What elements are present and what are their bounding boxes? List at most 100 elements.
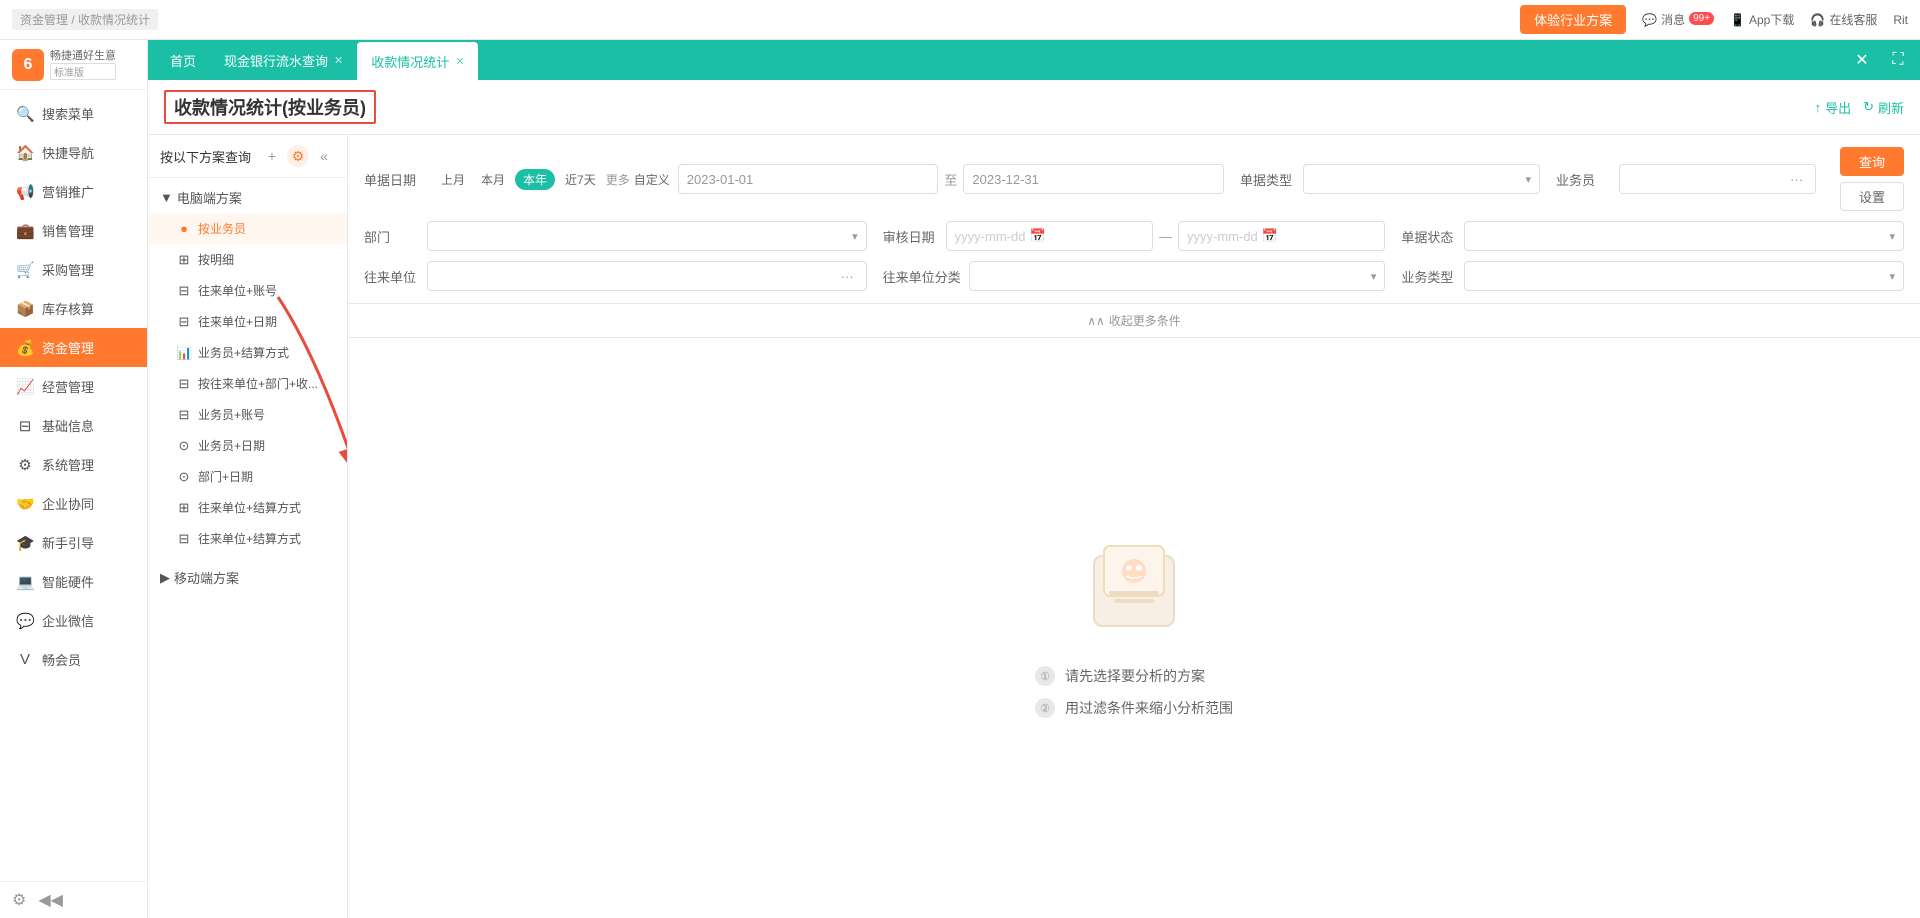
scheme-item-salesman-payment[interactable]: 📊 业务员+结算方式 <box>148 337 347 368</box>
salesman-more-icon[interactable]: ··· <box>1786 172 1807 187</box>
scheme-item-partner-dept[interactable]: ⊟ 按往来单位+部门+收... <box>148 368 347 399</box>
tab-fullscreen-btn[interactable]: ⛶ <box>1884 46 1912 74</box>
scheme-item-by-salesman[interactable]: ● 按业务员 <box>148 213 347 244</box>
nav-hardware[interactable]: 💻 智能硬件 <box>0 562 147 601</box>
std-badge: 标准版 <box>50 63 116 80</box>
doc-type-label: 单据类型 <box>1240 170 1295 189</box>
scheme-item-salesman-date[interactable]: ⊙ 业务员+日期 <box>148 430 347 461</box>
nav-sales-label: 销售管理 <box>42 221 94 240</box>
partner-select[interactable]: ··· <box>427 261 867 291</box>
download-icon: 📱 <box>1730 13 1745 27</box>
mobile-section-header[interactable]: ▶ 移动端方案 <box>148 562 347 593</box>
nav-member[interactable]: V 畅会员 <box>0 640 147 679</box>
doc-type-chevron: ▾ <box>1525 173 1531 186</box>
nav-shortcuts[interactable]: 🏠 快捷导航 <box>0 133 147 172</box>
collapse-icon[interactable]: ◀◀ <box>38 890 63 910</box>
scheme-item-partner-payment2[interactable]: ⊟ 往来单位+结算方式 <box>148 523 347 554</box>
sidebar: 6 畅捷通好生意 标准版 🔍 搜索菜单 🏠 快捷导航 📢 营销推广 💼 <box>0 40 148 918</box>
empty-step-2: ② 用过滤条件来缩小分析范围 <box>1035 698 1233 718</box>
partner-label: 往来单位 <box>364 267 419 286</box>
doc-status-select[interactable]: ▾ <box>1464 221 1904 251</box>
scheme-item-detail[interactable]: ⊞ 按明细 <box>148 244 347 275</box>
scheme-section-mobile: ▶ 移动端方案 <box>148 558 347 597</box>
nav-search-label: 搜索菜单 <box>42 104 94 123</box>
refresh-btn[interactable]: ↻ 刷新 <box>1863 98 1904 117</box>
mobile-section-arrow: ▶ <box>160 570 170 586</box>
scheme-item-partner-payment1[interactable]: ⊞ 往来单位+结算方式 <box>148 492 347 523</box>
query-button[interactable]: 查询 <box>1840 147 1904 176</box>
nav-finance[interactable]: 💰 资金管理 <box>0 328 147 367</box>
home-tab-label: 首页 <box>170 51 196 70</box>
message-btn[interactable]: 💬 消息 99+ <box>1642 11 1714 28</box>
trial-button[interactable]: 体验行业方案 <box>1520 5 1626 34</box>
nav-system[interactable]: ⚙ 系统管理 <box>0 445 147 484</box>
doc-type-select[interactable]: ▾ <box>1303 164 1540 194</box>
export-label: 导出 <box>1825 98 1851 117</box>
nav-purchase[interactable]: 🛒 采购管理 <box>0 250 147 289</box>
scheme-item-salesman-account-label: 业务员+账号 <box>198 406 265 423</box>
nav-basic-info[interactable]: ⊟ 基础信息 <box>0 406 147 445</box>
nav-marketing[interactable]: 📢 营销推广 <box>0 172 147 211</box>
nav-operation[interactable]: 📈 经营管理 <box>0 367 147 406</box>
scheme-item-partner-account[interactable]: ⊟ 往来单位+账号 <box>148 275 347 306</box>
date-from-input[interactable]: 2023-01-01 <box>678 164 939 194</box>
salesman-payment-icon: 📊 <box>176 345 192 361</box>
date-more[interactable]: 更多 <box>606 171 630 188</box>
biz-type-select[interactable]: ▾ <box>1464 261 1904 291</box>
nav-search[interactable]: 🔍 搜索菜单 <box>0 94 147 133</box>
date-this-month[interactable]: 本月 <box>475 169 511 190</box>
nav-guide[interactable]: 🎓 新手引导 <box>0 523 147 562</box>
filter-row-partner: 往来单位 ··· 往来单位分类 ▾ <box>364 261 1904 291</box>
tab-receipt-stats-close[interactable]: ✕ <box>455 55 464 68</box>
online-service-btn[interactable]: 🎧 在线客服 <box>1810 11 1877 28</box>
salesman-select[interactable]: ··· <box>1619 164 1816 194</box>
content-wrapper: 按以下方案查询 + ⚙ « ▼ 电脑端方案 ● 按业务员 <box>148 135 1920 918</box>
nav-wechat[interactable]: 💬 企业微信 <box>0 601 147 640</box>
tab-home[interactable]: 首页 <box>156 40 210 80</box>
date-7days[interactable]: 近7天 <box>559 169 602 190</box>
date-this-year[interactable]: 本年 <box>515 169 555 190</box>
date-custom[interactable]: 自定义 <box>634 171 670 188</box>
scheme-item-dept-date[interactable]: ⊙ 部门+日期 <box>148 461 347 492</box>
hardware-icon: 💻 <box>16 573 34 591</box>
partner-category-label: 往来单位分类 <box>883 267 961 286</box>
collapse-bar[interactable]: ∧∧ 收起更多条件 <box>348 304 1920 338</box>
nav-inventory[interactable]: 📦 库存核算 <box>0 289 147 328</box>
scheme-collapse-btn[interactable]: « <box>313 145 335 167</box>
tab-receipt-stats[interactable]: 收款情况统计 ✕ <box>357 42 478 80</box>
app-download-label: App下载 <box>1749 11 1794 28</box>
quick-dates: 上月 本月 本年 近7天 更多 自定义 <box>435 169 670 190</box>
user-avatar[interactable]: Rit <box>1893 13 1908 27</box>
review-to-input[interactable]: yyyy-mm-dd 📅 <box>1178 221 1385 251</box>
app-download-btn[interactable]: 📱 App下载 <box>1730 11 1794 28</box>
filter-row-dept: 部门 ▾ 审核日期 yyyy-mm-dd 📅 <box>364 221 1904 251</box>
partner-category-select[interactable]: ▾ <box>969 261 1386 291</box>
date-last-month[interactable]: 上月 <box>435 169 471 190</box>
tab-close-all-btn[interactable]: ✕ <box>1848 46 1876 74</box>
inventory-icon: 📦 <box>16 300 34 318</box>
nav-operation-label: 经营管理 <box>42 377 94 396</box>
scheme-item-partner-dept-label: 按往来单位+部门+收... <box>198 375 318 392</box>
scheme-item-partner-date[interactable]: ⊟ 往来单位+日期 <box>148 306 347 337</box>
scheme-item-salesman-account[interactable]: ⊟ 业务员+账号 <box>148 399 347 430</box>
review-from-input[interactable]: yyyy-mm-dd 📅 <box>946 221 1153 251</box>
online-service-label: 在线客服 <box>1829 11 1877 28</box>
date-to-input[interactable]: 2023-12-31 <box>963 164 1224 194</box>
partner-more-btn[interactable]: ··· <box>837 269 858 284</box>
scheme-panel: 按以下方案查询 + ⚙ « ▼ 电脑端方案 ● 按业务员 <box>148 135 348 918</box>
settings-button[interactable]: 设置 <box>1840 182 1904 211</box>
tab-bank-flow-close[interactable]: ✕ <box>334 54 343 67</box>
export-btn[interactable]: ↑ 导出 <box>1815 98 1852 117</box>
nav-basic-info-label: 基础信息 <box>42 416 94 435</box>
nav-collab[interactable]: 🤝 企业协同 <box>0 484 147 523</box>
dept-select[interactable]: ▾ <box>427 221 867 251</box>
settings-bottom-icon[interactable]: ⚙ <box>12 890 26 910</box>
nav-sales[interactable]: 💼 销售管理 <box>0 211 147 250</box>
scheme-add-btn[interactable]: + <box>261 145 283 167</box>
tab-bank-flow[interactable]: 现金银行流水查询 ✕ <box>210 40 357 80</box>
refresh-label: 刷新 <box>1878 98 1904 117</box>
empty-state: ① 请先选择要分析的方案 ② 用过滤条件来缩小分析范围 <box>348 338 1920 918</box>
scheme-settings-btn[interactable]: ⚙ <box>287 145 309 167</box>
desktop-section-header[interactable]: ▼ 电脑端方案 <box>148 182 347 213</box>
detail-scheme-icon: ⊞ <box>176 252 192 268</box>
